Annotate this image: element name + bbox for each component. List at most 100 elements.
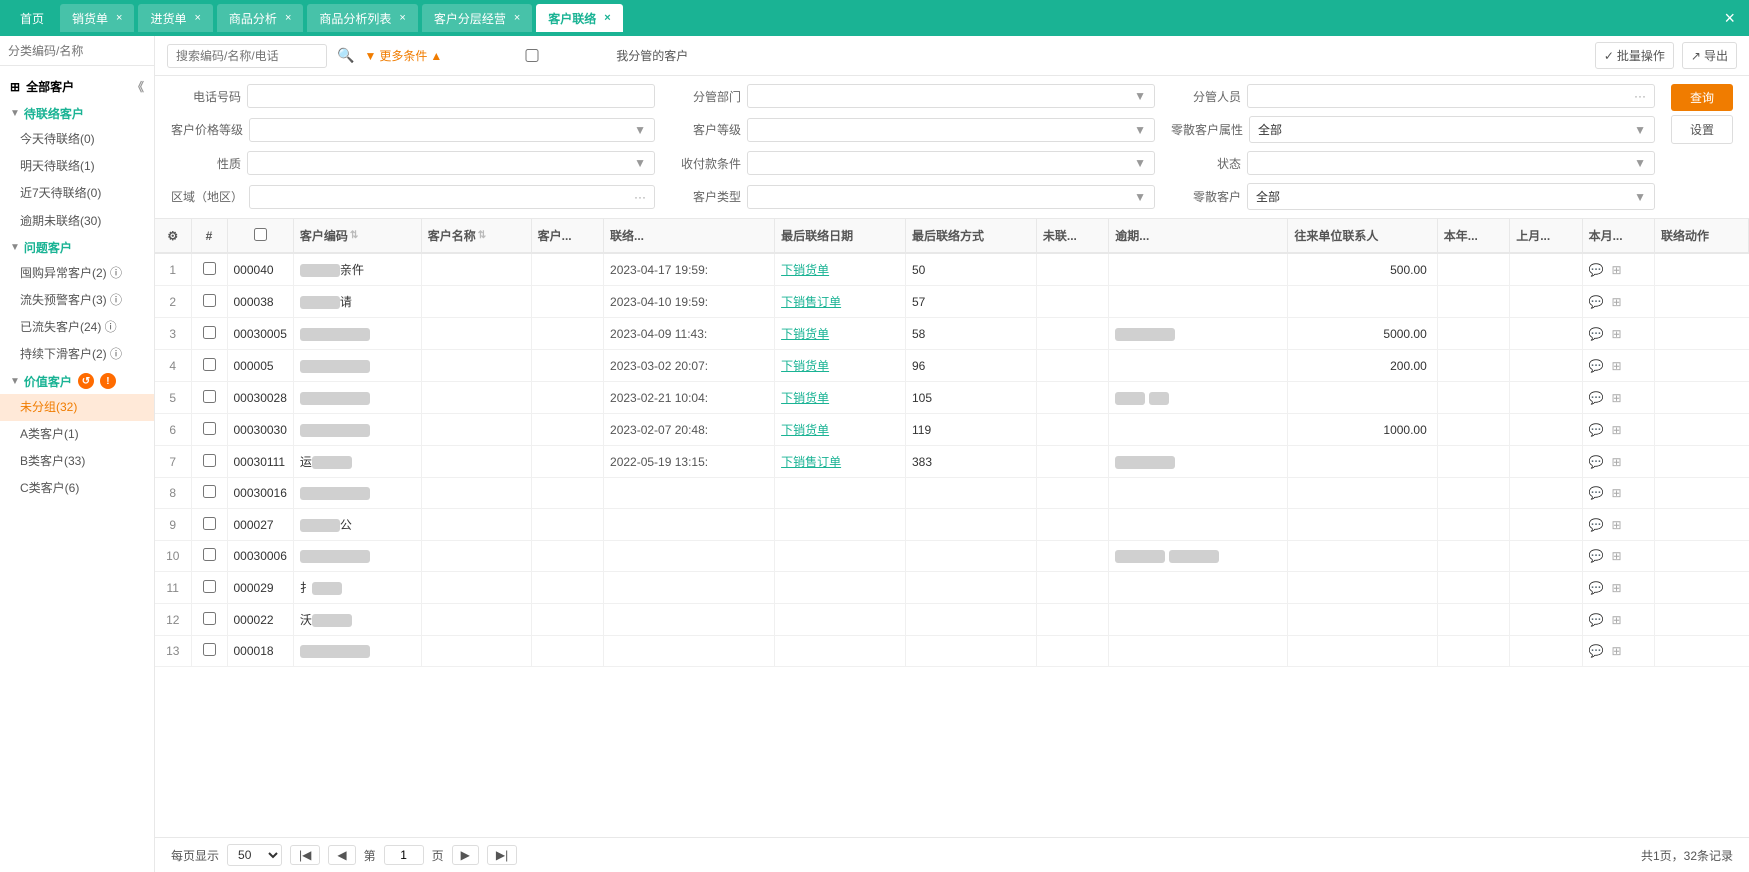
tab-purchase[interactable]: 进货单 × (138, 4, 212, 32)
row-checkbox[interactable] (203, 358, 216, 371)
more-actions-icon[interactable]: ⊞ (1612, 613, 1622, 627)
chat-icon[interactable]: 💬 (1589, 391, 1604, 405)
sidebar-item-a-class[interactable]: A类客户(1) (0, 421, 154, 448)
tab-customer-contact-close[interactable]: × (604, 12, 610, 24)
search-button-icon[interactable]: 🔍 (337, 47, 354, 64)
row-check[interactable] (191, 636, 227, 667)
more-actions-icon[interactable]: ⊞ (1612, 518, 1622, 532)
row-checkbox[interactable] (203, 326, 216, 339)
tab-sales-close[interactable]: × (116, 12, 122, 24)
chat-icon[interactable]: 💬 (1589, 327, 1604, 341)
last-page-button[interactable]: ▶| (487, 845, 517, 865)
row-check[interactable] (191, 572, 227, 604)
next-page-button[interactable]: ▶ (452, 845, 479, 865)
chat-icon[interactable]: 💬 (1589, 295, 1604, 309)
payment-select[interactable]: ▼ (747, 151, 1155, 175)
tab-home[interactable]: 首页 (8, 4, 56, 32)
page-input[interactable] (384, 845, 424, 865)
row-checkbox[interactable] (203, 612, 216, 625)
last-contact-way-link[interactable]: 下销货单 (781, 391, 829, 405)
row-checkbox[interactable] (203, 294, 216, 307)
last-contact-way-link[interactable]: 下销货单 (781, 423, 829, 437)
tab-purchase-close[interactable]: × (194, 12, 200, 24)
row-check[interactable] (191, 318, 227, 350)
more-actions-icon[interactable]: ⊞ (1612, 391, 1622, 405)
sidebar-item-b-class[interactable]: B类客户(33) (0, 448, 154, 475)
row-checkbox[interactable] (203, 454, 216, 467)
tab-customer-segment[interactable]: 客户分层经营 × (422, 4, 532, 32)
price-level-select[interactable]: ▼ (249, 118, 655, 142)
nature-select[interactable]: ▼ (247, 151, 655, 175)
row-checkbox[interactable] (203, 422, 216, 435)
sidebar-item-churn-warning[interactable]: 流失预警客户(3) ⓘ (0, 287, 154, 314)
tab-customer-segment-close[interactable]: × (514, 12, 520, 24)
chat-icon[interactable]: 💬 (1589, 613, 1604, 627)
sidebar-collapse-button[interactable]: 《 (132, 78, 144, 95)
chat-icon[interactable]: 💬 (1589, 486, 1604, 500)
search-input[interactable] (167, 44, 327, 68)
chat-icon[interactable]: 💬 (1589, 549, 1604, 563)
query-button[interactable]: 查询 (1671, 84, 1733, 111)
tab-product-analysis-list[interactable]: 商品分析列表 × (307, 4, 417, 32)
last-contact-way-link[interactable]: 下销售订单 (781, 295, 841, 309)
my-customers-checkbox-label[interactable]: 我分管的客户 (452, 47, 688, 64)
more-conditions-button[interactable]: ▼ 更多条件 ▲ (364, 47, 442, 64)
section-value-customers[interactable]: ▼ 价值客户 ↺ ! (0, 369, 154, 394)
settings-gear-icon[interactable]: ⚙ (167, 229, 178, 243)
row-check[interactable] (191, 253, 227, 286)
last-contact-way-link[interactable]: 下销货单 (781, 327, 829, 341)
row-check[interactable] (191, 604, 227, 636)
row-check[interactable] (191, 541, 227, 572)
section-problem-customers[interactable]: ▼ 问题客户 (0, 235, 154, 260)
reset-button[interactable]: 设置 (1671, 115, 1733, 144)
sidebar-item-overdue-waiting[interactable]: 逾期未联络(30) (0, 208, 154, 235)
chat-icon[interactable]: 💬 (1589, 518, 1604, 532)
more-actions-icon[interactable]: ⊞ (1612, 423, 1622, 437)
region-more-icon[interactable]: ··· (634, 190, 646, 204)
person-more-icon[interactable]: ··· (1634, 89, 1646, 103)
row-checkbox[interactable] (203, 262, 216, 275)
tab-product-analysis[interactable]: 商品分析 × (217, 4, 303, 32)
last-contact-way-link[interactable]: 下销货单 (781, 263, 829, 277)
chat-icon[interactable]: 💬 (1589, 359, 1604, 373)
chat-icon[interactable]: 💬 (1589, 423, 1604, 437)
chat-icon[interactable]: 💬 (1589, 263, 1604, 277)
tab-product-analysis-list-close[interactable]: × (399, 12, 405, 24)
tab-product-analysis-close[interactable]: × (285, 12, 291, 24)
row-check[interactable] (191, 286, 227, 318)
customer-level-select[interactable]: ▼ (747, 118, 1155, 142)
row-check[interactable] (191, 350, 227, 382)
status-select[interactable]: ▼ (1247, 151, 1655, 175)
row-checkbox[interactable] (203, 548, 216, 561)
row-checkbox[interactable] (203, 390, 216, 403)
sidebar-item-hoarding-abnormal[interactable]: 囤购异常客户(2) ⓘ (0, 260, 154, 287)
sidebar-all-customers[interactable]: ⊞ 全部客户 《 (0, 72, 154, 101)
row-checkbox[interactable] (203, 580, 216, 593)
row-check[interactable] (191, 414, 227, 446)
my-customers-checkbox[interactable] (452, 49, 612, 62)
tab-customer-contact[interactable]: 客户联络 × (536, 4, 622, 32)
sidebar-item-today-waiting[interactable]: 今天待联络(0) (0, 126, 154, 153)
sidebar-item-tomorrow-waiting[interactable]: 明天待联络(1) (0, 153, 154, 180)
sidebar-item-c-class[interactable]: C类客户(6) (0, 475, 154, 502)
more-actions-icon[interactable]: ⊞ (1612, 486, 1622, 500)
more-actions-icon[interactable]: ⊞ (1612, 644, 1622, 658)
per-page-select[interactable]: 50 20 100 (227, 844, 282, 866)
prev-page-button[interactable]: ◀ (328, 845, 355, 865)
retail-attr-select[interactable]: 全部 ▼ (1249, 116, 1655, 143)
row-checkbox[interactable] (203, 643, 216, 656)
retail-customer-select[interactable]: 全部 ▼ (1247, 183, 1655, 210)
phone-input[interactable] (247, 84, 655, 108)
more-actions-icon[interactable]: ⊞ (1612, 327, 1622, 341)
row-check[interactable] (191, 509, 227, 541)
chat-icon[interactable]: 💬 (1589, 455, 1604, 469)
th-settings[interactable]: ⚙ (155, 219, 191, 253)
more-actions-icon[interactable]: ⊞ (1612, 581, 1622, 595)
last-contact-way-link[interactable]: 下销售订单 (781, 455, 841, 469)
tab-sales[interactable]: 销货单 × (60, 4, 134, 32)
customer-type-select[interactable]: ▼ (747, 185, 1155, 209)
last-contact-way-link[interactable]: 下销货单 (781, 359, 829, 373)
sidebar-item-declining[interactable]: 持续下滑客户(2) ⓘ (0, 341, 154, 368)
row-checkbox[interactable] (203, 485, 216, 498)
sidebar-item-churned[interactable]: 已流失客户(24) ⓘ (0, 314, 154, 341)
